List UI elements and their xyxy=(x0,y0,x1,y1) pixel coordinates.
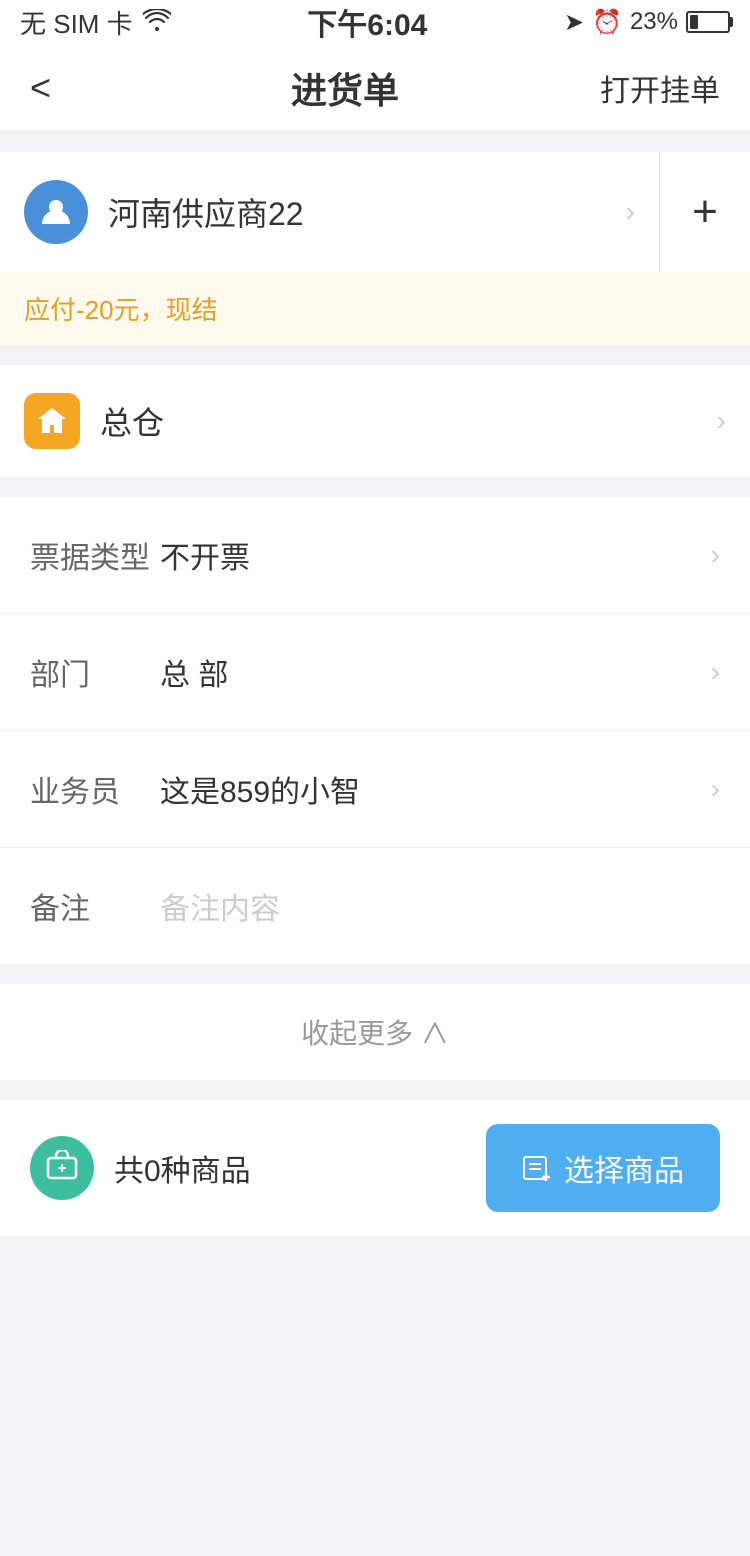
supplier-add-button[interactable]: + xyxy=(660,152,750,272)
remark-row[interactable]: 备注 备注内容 xyxy=(0,848,750,964)
invoice-type-row[interactable]: 票据类型 不开票 › xyxy=(0,497,750,614)
salesman-label: 业务员 xyxy=(30,767,160,811)
salesman-row[interactable]: 业务员 这是859的小智 › xyxy=(0,731,750,848)
page-background xyxy=(0,1236,750,1556)
status-left: 无 SIM 卡 xyxy=(20,4,171,41)
gap-1 xyxy=(0,132,750,152)
department-value: 总 部 xyxy=(160,650,701,694)
chevron-right-icon: › xyxy=(711,656,720,688)
select-product-label: 选择商品 xyxy=(564,1146,684,1190)
chevron-right-icon: › xyxy=(717,405,726,437)
alarm-icon: ⏰ xyxy=(592,8,622,37)
notice-text: 应付-20元，现结 xyxy=(24,295,218,325)
invoice-label: 票据类型 xyxy=(30,533,160,577)
page-title: 进货单 xyxy=(291,62,399,114)
salesman-value: 这是859的小智 xyxy=(160,767,701,811)
department-row[interactable]: 部门 总 部 › xyxy=(0,614,750,731)
cart-icon xyxy=(44,1150,80,1186)
warehouse-select-button[interactable]: 总仓 › xyxy=(0,365,750,477)
collapse-button[interactable]: 收起更多 ∧ xyxy=(0,984,750,1080)
house-icon xyxy=(36,405,68,437)
location-icon: ➤ xyxy=(564,8,584,37)
supplier-name: 河南供应商22 xyxy=(108,189,616,235)
open-pending-button[interactable]: 打开挂单 xyxy=(600,66,720,110)
supplier-avatar xyxy=(24,180,88,244)
carrier-label: 无 SIM 卡 xyxy=(20,4,133,41)
battery-percent: 23% xyxy=(630,8,678,36)
chevron-right-icon: › xyxy=(711,773,720,805)
chevron-right-icon: › xyxy=(626,196,635,228)
status-bar: 无 SIM 卡 下午6:04 ➤ ⏰ 23% xyxy=(0,0,750,44)
battery-icon xyxy=(686,11,730,33)
warehouse-name: 总仓 xyxy=(100,398,707,444)
back-button[interactable]: < xyxy=(30,67,90,109)
product-count-label: 共0种商品 xyxy=(114,1146,466,1190)
person-icon xyxy=(38,194,74,230)
time-label: 下午6:04 xyxy=(307,0,427,44)
collapse-label: 收起更多 ∧ xyxy=(301,1018,449,1049)
bottom-bar: 共0种商品 选择商品 xyxy=(0,1100,750,1236)
form-section: 票据类型 不开票 › 部门 总 部 › 业务员 这是859的小智 › 备注 备注… xyxy=(0,497,750,964)
department-label: 部门 xyxy=(30,650,160,694)
chevron-right-icon: › xyxy=(711,539,720,571)
invoice-value: 不开票 xyxy=(160,533,701,577)
select-product-icon xyxy=(522,1153,552,1183)
supplier-select-button[interactable]: 河南供应商22 › xyxy=(0,152,660,272)
remark-label: 备注 xyxy=(30,884,160,928)
notice-bar: 应付-20元，现结 xyxy=(0,272,750,345)
select-product-button[interactable]: 选择商品 xyxy=(486,1124,720,1212)
wifi-icon xyxy=(143,7,171,38)
supplier-section: 河南供应商22 › + xyxy=(0,152,750,272)
product-icon xyxy=(30,1136,94,1200)
remark-input[interactable]: 备注内容 xyxy=(160,884,720,928)
warehouse-icon xyxy=(24,393,80,449)
status-right: ➤ ⏰ 23% xyxy=(564,8,730,37)
nav-bar: < 进货单 打开挂单 xyxy=(0,44,750,132)
